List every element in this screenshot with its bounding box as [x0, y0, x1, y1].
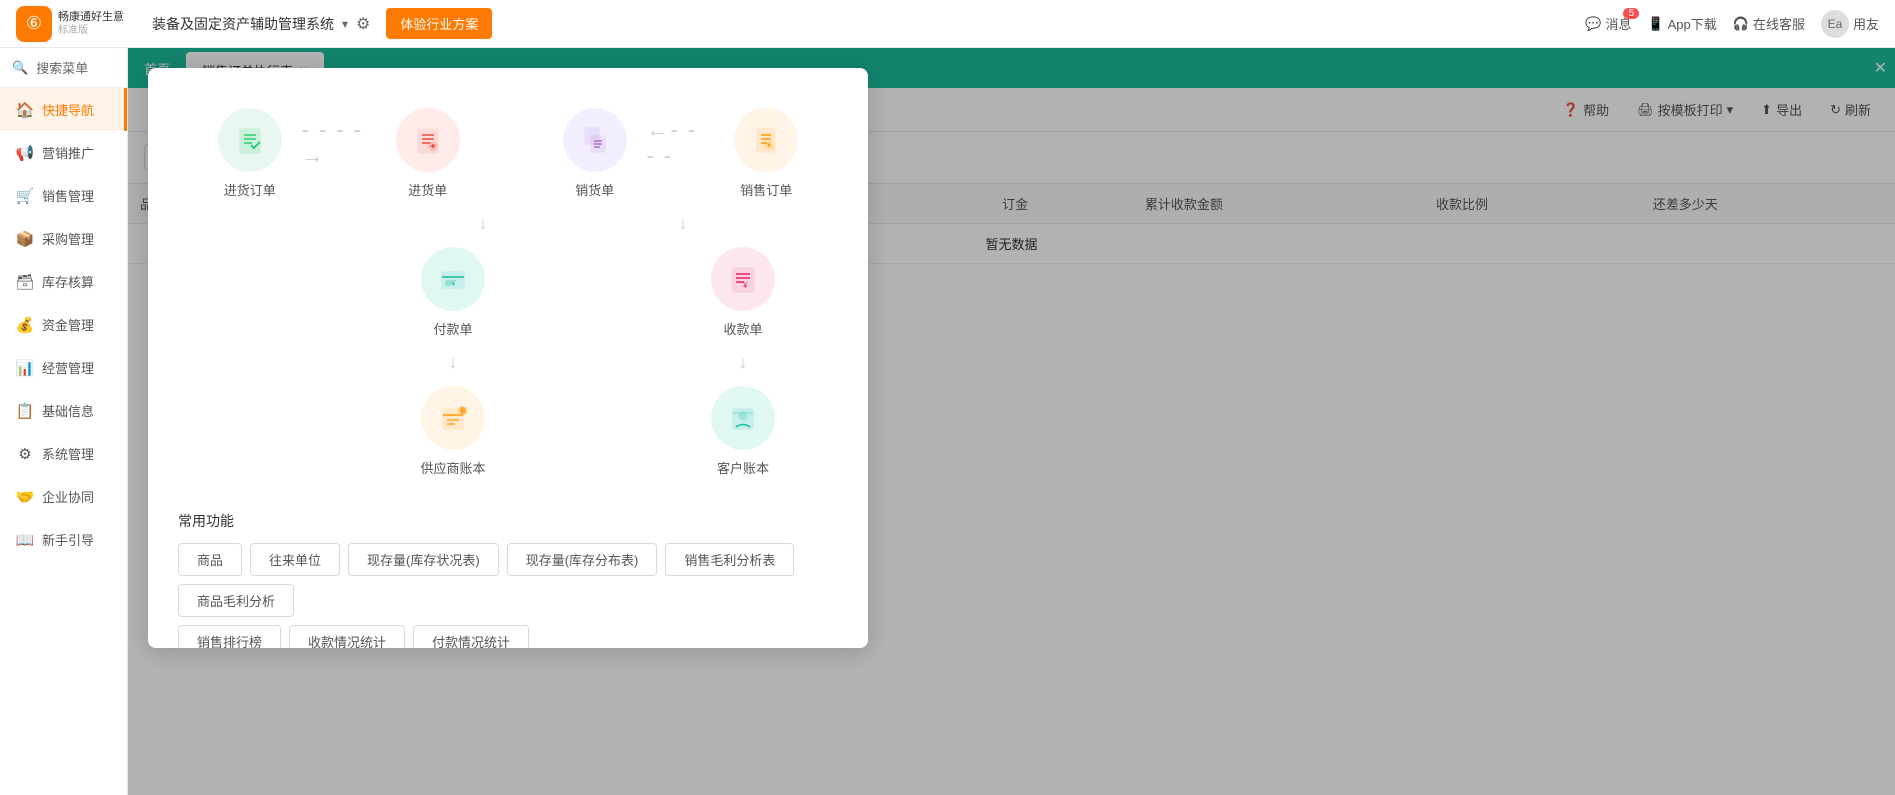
- down-arrow-payment: ↓: [388, 352, 518, 373]
- download-icon: 📱: [1647, 16, 1663, 32]
- basic-info-icon: 📋: [16, 402, 34, 420]
- avatar: Ea: [1821, 10, 1849, 38]
- modal-box: 进货订单 - - - - →: [148, 68, 868, 648]
- sales-bill-icon: [563, 108, 627, 172]
- sidebar-item-system[interactable]: ⚙ 系统管理: [0, 432, 127, 475]
- newbie-icon: 📖: [16, 531, 34, 549]
- flow-node-payment-bill[interactable]: ¥ 付款单: [388, 247, 518, 338]
- func-btn-product[interactable]: 商品: [178, 543, 242, 576]
- modal-overlay[interactable]: 进货订单 - - - - →: [128, 48, 1895, 795]
- sidebar-item-basic-info[interactable]: 📋 基础信息: [0, 389, 127, 432]
- online-service-item[interactable]: 🎧 在线客服: [1733, 14, 1805, 33]
- flow-node-sales-order[interactable]: 销售订单: [715, 108, 818, 199]
- service-icon: 🎧: [1733, 16, 1749, 32]
- flow-node-receipt-bill[interactable]: ¥ 收款单: [678, 247, 808, 338]
- purchase-bill-icon: [396, 108, 460, 172]
- marketing-icon: 📢: [16, 144, 34, 162]
- logo-area: ⑥ 畅康通好生意 标准版: [16, 6, 144, 42]
- func-btn-product-margin[interactable]: 商品毛利分析: [178, 584, 294, 617]
- sidebar-item-inventory[interactable]: 🗃 库存核算: [0, 260, 127, 303]
- customer-account-icon: [711, 386, 775, 450]
- system-title: 装备及固定资产辅助管理系统 ▾ ⚙ 体验行业方案: [152, 8, 492, 39]
- user-item[interactable]: Ea 用友: [1821, 10, 1879, 38]
- sales-order-icon: [734, 108, 798, 172]
- svg-text:¥: ¥: [450, 279, 456, 288]
- sidebar-item-marketing[interactable]: 📢 营销推广: [0, 131, 127, 174]
- func-btn-payment-stats[interactable]: 付款情况统计: [413, 625, 529, 648]
- sidebar-item-enterprise[interactable]: 🤝 企业协同: [0, 475, 127, 518]
- system-dropdown-button[interactable]: ▾: [342, 17, 348, 31]
- logo-text: 畅康通好生意 标准版: [58, 10, 124, 37]
- down-arrow-sales: ↓: [618, 213, 748, 234]
- sidebar-item-quick-nav[interactable]: 🏠 快捷导航: [0, 88, 127, 131]
- arrow-left-1: ←- - - -: [646, 117, 714, 169]
- message-icon: 💬: [1585, 16, 1601, 32]
- flow-node-sales-bill[interactable]: 销货单: [543, 108, 646, 199]
- flow-node-purchase-order[interactable]: 进货订单: [198, 108, 301, 199]
- operations-icon: 📊: [16, 359, 34, 377]
- message-item[interactable]: 💬 消息 5: [1585, 14, 1631, 33]
- flow-row-3: 账 供应商账本 客户: [178, 376, 838, 487]
- arrow-right-1: - - - - →: [301, 117, 376, 169]
- func-btn-receipt-stats[interactable]: 收款情况统计: [289, 625, 405, 648]
- message-badge: 5: [1623, 8, 1639, 19]
- func-btn-sales-ranking[interactable]: 销售排行榜: [178, 625, 281, 648]
- flow-node-purchase-bill[interactable]: 进货单: [376, 108, 479, 199]
- enterprise-icon: 🤝: [16, 488, 34, 506]
- system-name-label: 装备及固定资产辅助管理系统: [152, 14, 334, 34]
- finance-icon: 💰: [16, 316, 34, 334]
- svg-text:账: 账: [460, 406, 467, 415]
- down-arrow-receipt: ↓: [678, 352, 808, 373]
- app-download-item[interactable]: 📱 App下载: [1647, 14, 1716, 33]
- flow-arrows-down: ↓ ↓: [178, 209, 838, 237]
- sidebar-item-finance[interactable]: 💰 资金管理: [0, 303, 127, 346]
- sidebar-item-newbie[interactable]: 📖 新手引导: [0, 518, 127, 561]
- svg-text:¥: ¥: [742, 281, 748, 290]
- flow-node-customer-account[interactable]: 客户账本: [678, 386, 808, 477]
- home-icon: 🏠: [16, 101, 34, 119]
- flow-node-supplier-account[interactable]: 账 供应商账本: [388, 386, 518, 477]
- payment-bill-icon: ¥: [421, 247, 485, 311]
- function-buttons: 商品 往来单位 现存量(库存状况表) 现存量(库存分布表) 销售毛利分析表 商品…: [178, 543, 838, 617]
- flow-arrows-down-2: ↓ ↓: [178, 348, 838, 376]
- trial-button[interactable]: 体验行业方案: [386, 8, 492, 39]
- logo-icon: ⑥: [16, 6, 52, 42]
- receipt-bill-icon: ¥: [711, 247, 775, 311]
- flow-row-1: 进货订单 - - - - →: [178, 98, 838, 209]
- func-btn-stock-status[interactable]: 现存量(库存状况表): [348, 543, 499, 576]
- sidebar: 🔍 搜索菜单 🏠 快捷导航 📢 营销推广 🛒 销售管理 📦 采购管理 🗃: [0, 48, 128, 795]
- common-functions: 常用功能 商品 往来单位 现存量(库存状况表) 现存量(库存分布表) 销售毛利分…: [178, 511, 838, 648]
- search-icon: 🔍: [12, 60, 28, 76]
- purchase-icon: 📦: [16, 230, 34, 248]
- down-arrow-purchase: ↓: [408, 213, 538, 234]
- top-right: 💬 消息 5 📱 App下载 🎧 在线客服 Ea 用友: [1585, 10, 1879, 38]
- supplier-account-icon: 账: [421, 386, 485, 450]
- common-functions-title: 常用功能: [178, 511, 838, 531]
- func-btn-stock-dist[interactable]: 现存量(库存分布表): [507, 543, 658, 576]
- sales-icon: 🛒: [16, 187, 34, 205]
- sidebar-item-operations[interactable]: 📊 经营管理: [0, 346, 127, 389]
- system-icon: ⚙: [16, 445, 34, 463]
- sidebar-item-purchase[interactable]: 📦 采购管理: [0, 217, 127, 260]
- purchase-order-icon: [218, 108, 282, 172]
- top-bar: ⑥ 畅康通好生意 标准版 装备及固定资产辅助管理系统 ▾ ⚙ 体验行业方案 💬 …: [0, 0, 1895, 48]
- func-btn-sales-margin[interactable]: 销售毛利分析表: [665, 543, 794, 576]
- flow-diagram: 进货订单 - - - - →: [178, 98, 838, 487]
- search-menu-item[interactable]: 🔍 搜索菜单: [0, 48, 127, 88]
- function-buttons-row2: 销售排行榜 收款情况统计 付款情况统计: [178, 625, 838, 648]
- func-btn-partner[interactable]: 往来单位: [250, 543, 340, 576]
- flow-row-2: ¥ 付款单 ¥: [178, 237, 838, 348]
- sidebar-item-sales[interactable]: 🛒 销售管理: [0, 174, 127, 217]
- inventory-icon: 🗃: [16, 273, 34, 291]
- gear-button[interactable]: ⚙: [356, 14, 370, 34]
